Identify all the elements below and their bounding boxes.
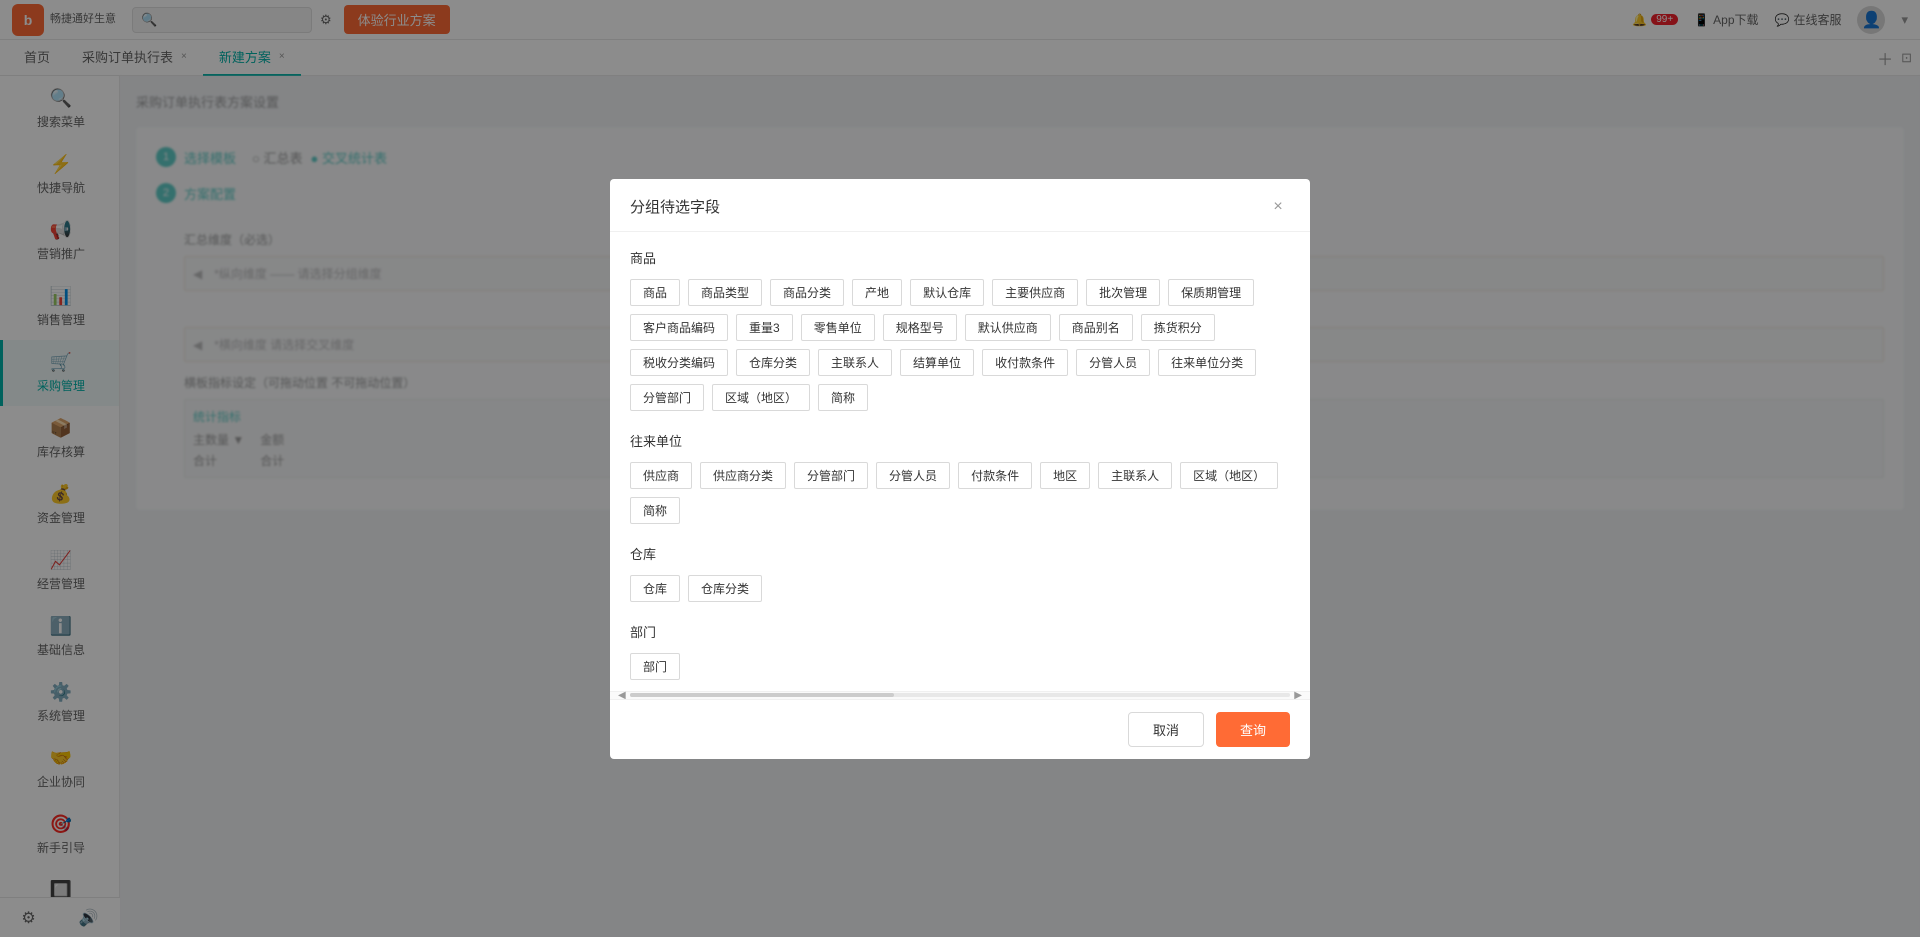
field-tag[interactable]: 分管部门: [630, 384, 704, 411]
field-tag[interactable]: 主联系人: [1098, 462, 1172, 489]
section-department: 部门 部门: [630, 622, 1290, 680]
field-tag[interactable]: 简称: [818, 384, 868, 411]
field-tag[interactable]: 结算单位: [900, 349, 974, 376]
modal-title: 分组待选字段: [630, 196, 720, 217]
modal-overlay: 分组待选字段 × 商品 商品 商品类型 商品分类 产地 默认仓库 主要供应商 批…: [0, 0, 1920, 937]
modal-body: 商品 商品 商品类型 商品分类 产地 默认仓库 主要供应商 批次管理 保质期管理…: [610, 232, 1310, 691]
field-tag[interactable]: 零售单位: [801, 314, 875, 341]
field-tag[interactable]: 区域（地区）: [712, 384, 810, 411]
field-tag[interactable]: 商品别名: [1059, 314, 1133, 341]
field-tag[interactable]: 客户商品编码: [630, 314, 728, 341]
section-partner: 往来单位 供应商 供应商分类 分管部门 分管人员 付款条件 地区 主联系人 区域…: [630, 431, 1290, 524]
field-tag[interactable]: 保质期管理: [1168, 279, 1254, 306]
field-tag[interactable]: 供应商: [630, 462, 692, 489]
field-tag[interactable]: 仓库分类: [688, 575, 762, 602]
field-tag[interactable]: 主联系人: [818, 349, 892, 376]
section-partner-tags: 供应商 供应商分类 分管部门 分管人员 付款条件 地区 主联系人 区域（地区） …: [630, 462, 1290, 524]
section-warehouse-title: 仓库: [630, 544, 1290, 563]
field-tag[interactable]: 产地: [852, 279, 902, 306]
field-select-modal: 分组待选字段 × 商品 商品 商品类型 商品分类 产地 默认仓库 主要供应商 批…: [610, 179, 1310, 759]
field-tag[interactable]: 规格型号: [883, 314, 957, 341]
field-tag[interactable]: 分管人员: [1076, 349, 1150, 376]
section-goods-tags: 商品 商品类型 商品分类 产地 默认仓库 主要供应商 批次管理 保质期管理 客户…: [630, 279, 1290, 411]
modal-close-btn[interactable]: ×: [1266, 195, 1290, 219]
field-tag[interactable]: 商品类型: [688, 279, 762, 306]
section-partner-title: 往来单位: [630, 431, 1290, 450]
field-tag[interactable]: 重量3: [736, 314, 793, 341]
field-tag[interactable]: 区域（地区）: [1180, 462, 1278, 489]
field-tag[interactable]: 地区: [1040, 462, 1090, 489]
section-goods: 商品 商品 商品类型 商品分类 产地 默认仓库 主要供应商 批次管理 保质期管理…: [630, 248, 1290, 411]
section-warehouse-tags: 仓库 仓库分类: [630, 575, 1290, 602]
field-tag[interactable]: 收付款条件: [982, 349, 1068, 376]
modal-footer: 取消 查询: [610, 699, 1310, 759]
field-tag[interactable]: 主要供应商: [992, 279, 1078, 306]
field-tag[interactable]: 仓库: [630, 575, 680, 602]
section-warehouse: 仓库 仓库 仓库分类: [630, 544, 1290, 602]
confirm-button[interactable]: 查询: [1216, 712, 1290, 747]
field-tag[interactable]: 往来单位分类: [1158, 349, 1256, 376]
section-department-title: 部门: [630, 622, 1290, 641]
field-tag[interactable]: 部门: [630, 653, 680, 680]
section-goods-title: 商品: [630, 248, 1290, 267]
field-tag[interactable]: 商品: [630, 279, 680, 306]
cancel-button[interactable]: 取消: [1128, 712, 1204, 747]
field-tag[interactable]: 简称: [630, 497, 680, 524]
field-tag[interactable]: 税收分类编码: [630, 349, 728, 376]
modal-header: 分组待选字段 ×: [610, 179, 1310, 232]
field-tag[interactable]: 批次管理: [1086, 279, 1160, 306]
field-tag[interactable]: 付款条件: [958, 462, 1032, 489]
field-tag[interactable]: 默认供应商: [965, 314, 1051, 341]
field-tag[interactable]: 分管人员: [876, 462, 950, 489]
section-department-tags: 部门: [630, 653, 1290, 680]
field-tag[interactable]: 分管部门: [794, 462, 868, 489]
field-tag[interactable]: 商品分类: [770, 279, 844, 306]
field-tag[interactable]: 仓库分类: [736, 349, 810, 376]
field-tag[interactable]: 供应商分类: [700, 462, 786, 489]
field-tag[interactable]: 拣货积分: [1141, 314, 1215, 341]
field-tag[interactable]: 默认仓库: [910, 279, 984, 306]
